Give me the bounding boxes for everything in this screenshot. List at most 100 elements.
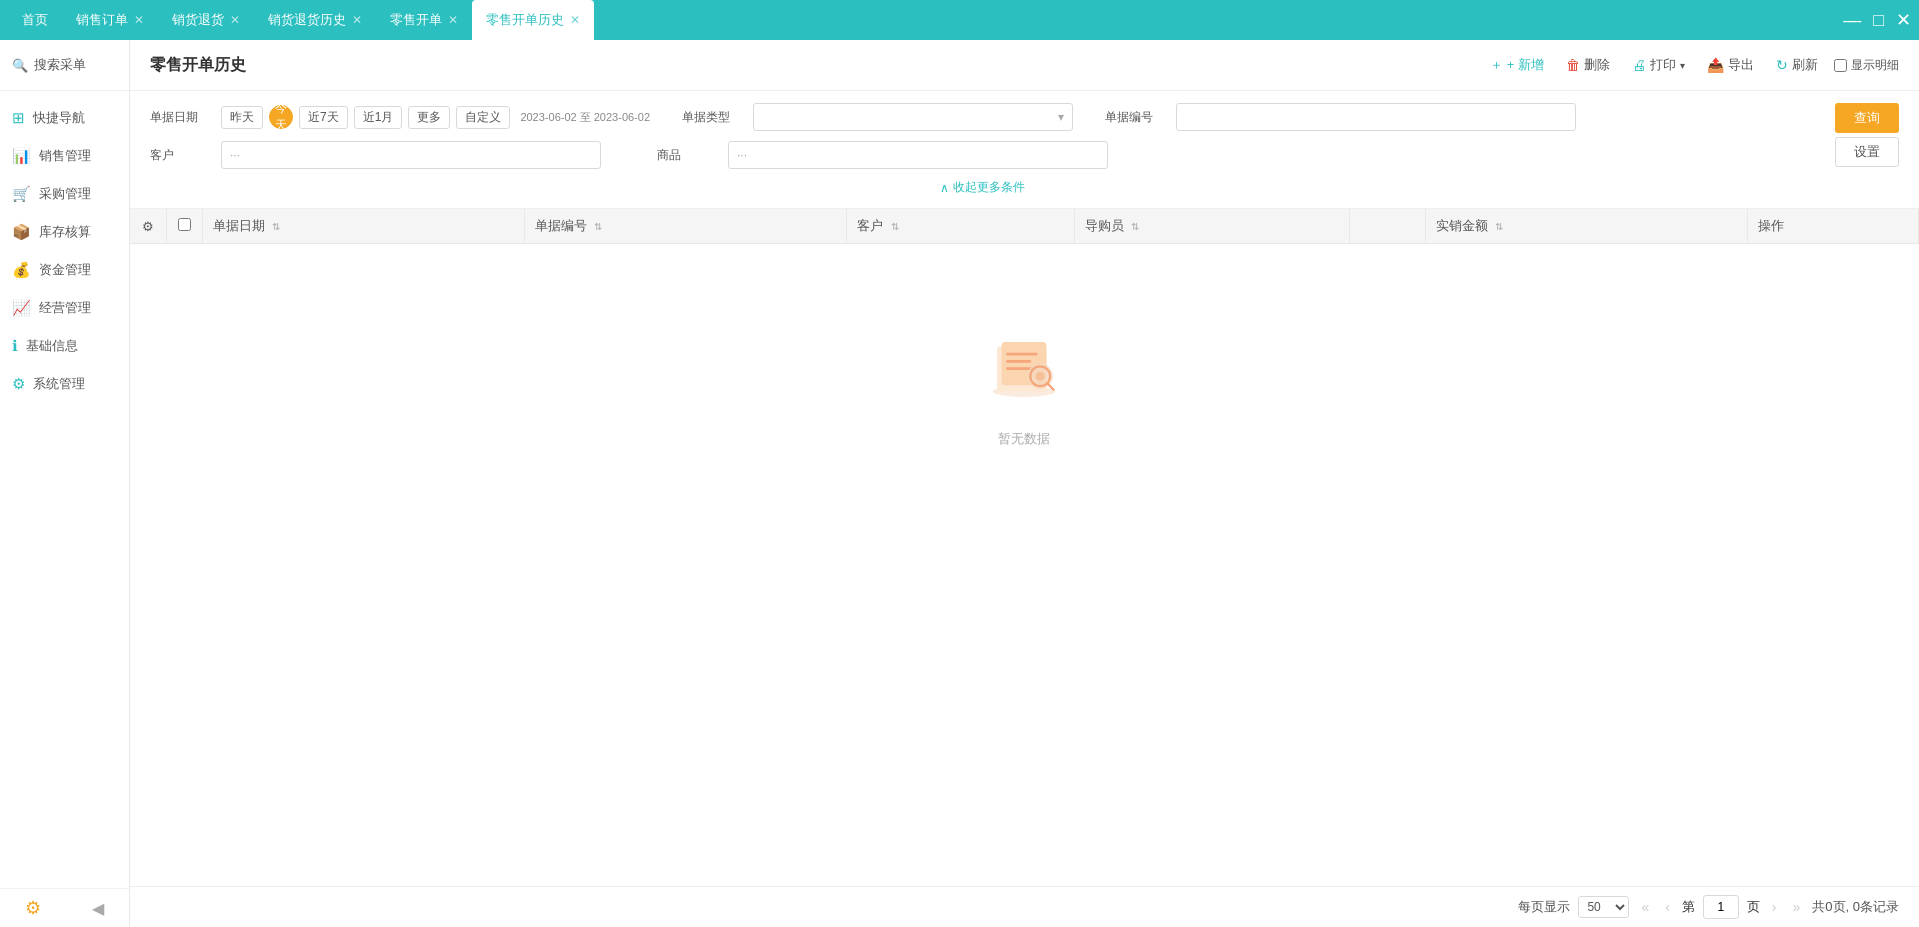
sort-customer-icon: ⇅ [891,221,899,232]
close-window-button[interactable]: ✕ [1896,11,1911,29]
filter-date-buttons: 昨天 今天 近7天 近1月 更多 自定义 2023-06-02 至 2023-0… [221,105,650,129]
yesterday-btn[interactable]: 昨天 [221,106,263,129]
add-button[interactable]: ＋ + 新增 [1484,52,1550,78]
top-nav-bar: 首页 销售订单 ✕ 销货退货 ✕ 销货退货历史 ✕ 零售开单 ✕ 零售开单历史 … [0,0,1919,40]
sidebar-item-basic-info[interactable]: ℹ 基础信息 [0,327,129,365]
refresh-button[interactable]: ↻ 刷新 [1770,52,1824,78]
table-header-row: ⚙ 单据日期 ⇅ 单据编号 ⇅ [130,209,1919,244]
prev-page-btn[interactable]: ‹ [1661,897,1674,917]
export-icon: 📤 [1707,57,1724,73]
sidebar: 🔍 搜索采单 ⊞ 快捷导航 📊 销售管理 🛒 采购管理 📦 库存核算 � [0,40,130,927]
query-button[interactable]: 查询 [1835,103,1899,133]
svg-rect-4 [1006,360,1031,363]
operations-icon: 📈 [12,299,31,317]
more-btn[interactable]: 更多 [408,106,450,129]
quick-nav-icon: ⊞ [12,109,25,127]
date-label: 单据日期 [150,109,205,126]
page-title: 零售开单历史 [150,55,246,76]
filter-area: 单据日期 昨天 今天 近7天 近1月 更多 自定义 2023-06-02 至 2… [130,91,1919,209]
per-page-select[interactable]: 50 10 20 100 [1578,896,1629,918]
today-btn[interactable]: 今天 [269,105,293,129]
tab-sales-order[interactable]: 销售订单 ✕ [62,0,158,40]
sidebar-search[interactable]: 🔍 搜索采单 [0,50,129,80]
select-all-checkbox[interactable] [178,218,191,231]
th-guide[interactable]: 导购员 ⇅ [1074,209,1349,244]
doc-type-label: 单据类型 [682,109,737,126]
column-settings-icon[interactable]: ⚙ [142,219,154,234]
filter-settings-button[interactable]: 设置 [1835,137,1899,167]
first-page-btn[interactable]: « [1637,897,1653,917]
toolbar: ＋ + 新增 🗑 删除 🖨 打印 ▾ 📤 导出 ↻ [1484,52,1899,78]
empty-state: 暂无数据 [130,244,1919,488]
tab-sales-return[interactable]: 销货退货 ✕ [158,0,254,40]
sidebar-item-purchase-mgmt[interactable]: 🛒 采购管理 [0,175,129,213]
sales-icon: 📊 [12,147,31,165]
system-icon: ⚙ [12,375,25,393]
add-icon: ＋ [1490,56,1503,74]
sidebar-bottom: ⚙ ◀ [0,888,129,927]
doc-type-dropdown-icon: ▾ [1058,110,1064,124]
filter-row-2: 客户 ··· 商品 ··· [150,141,1815,169]
sidebar-item-system[interactable]: ⚙ 系统管理 [0,365,129,403]
tab-home[interactable]: 首页 [8,0,62,40]
custom-btn[interactable]: 自定义 [456,106,510,129]
collapse-icon: ∧ [940,181,949,195]
basic-info-icon: ℹ [12,337,18,355]
delete-icon: 🗑 [1566,57,1580,73]
finance-icon: 💰 [12,261,31,279]
doc-no-input[interactable] [1176,103,1576,131]
inventory-icon: 📦 [12,223,31,241]
page-input[interactable] [1703,895,1739,919]
show-detail-toggle[interactable]: 显示明细 [1834,57,1899,74]
page-end-label: 页 [1747,898,1760,916]
last7days-btn[interactable]: 近7天 [299,106,348,129]
tab-retail-open-history[interactable]: 零售开单历史 ✕ [472,0,594,40]
tab-sales-return-history[interactable]: 销货退货历史 ✕ [254,0,376,40]
product-select[interactable]: ··· [728,141,1108,169]
th-checkbox[interactable] [166,209,202,244]
th-settings[interactable]: ⚙ [130,209,166,244]
last1month-btn[interactable]: 近1月 [354,106,403,129]
sidebar-item-operations[interactable]: 📈 经营管理 [0,289,129,327]
next-page-btn[interactable]: › [1768,897,1781,917]
last-page-btn[interactable]: » [1789,897,1805,917]
sidebar-collapse-button[interactable]: ◀ [92,899,104,918]
customer-select[interactable]: ··· [221,141,601,169]
sidebar-item-sales-mgmt[interactable]: 📊 销售管理 [0,137,129,175]
sidebar-top: 🔍 搜索采单 [0,40,129,91]
close-tab-sales-order[interactable]: ✕ [134,13,144,27]
filter-row-1: 单据日期 昨天 今天 近7天 近1月 更多 自定义 2023-06-02 至 2… [150,103,1815,131]
sidebar-item-inventory[interactable]: 📦 库存核算 [0,213,129,251]
collapse-btn[interactable]: ∧ 收起更多条件 [940,179,1025,196]
tab-retail-open[interactable]: 零售开单 ✕ [376,0,472,40]
doc-type-select[interactable]: ▾ [753,103,1073,131]
th-amount[interactable]: 实销金额 ⇅ [1425,209,1747,244]
svg-rect-3 [1006,353,1038,356]
close-tab-retail-open[interactable]: ✕ [448,13,458,27]
print-button[interactable]: 🖨 打印 ▾ [1626,52,1691,78]
th-doc-no[interactable]: 单据编号 ⇅ [524,209,846,244]
sort-doc-no-icon: ⇅ [594,221,602,232]
sort-amount-icon: ⇅ [1495,221,1503,232]
show-detail-checkbox[interactable] [1834,59,1847,72]
export-button[interactable]: 📤 导出 [1701,52,1760,78]
window-controls: — □ ✕ [1843,11,1911,29]
sidebar-settings-button[interactable]: ⚙ [25,897,41,919]
sidebar-item-quick-nav[interactable]: ⊞ 快捷导航 [0,99,129,137]
sidebar-item-finance[interactable]: 💰 资金管理 [0,251,129,289]
th-customer[interactable]: 客户 ⇅ [846,209,1074,244]
delete-button[interactable]: 🗑 删除 [1560,52,1616,78]
empty-text: 暂无数据 [998,430,1050,448]
th-doc-date[interactable]: 单据日期 ⇅ [202,209,524,244]
th-spacer [1349,209,1425,244]
close-tab-retail-open-history[interactable]: ✕ [570,13,580,27]
svg-point-9 [1036,372,1045,381]
close-tab-sales-return-history[interactable]: ✕ [352,13,362,27]
product-label: 商品 [657,147,712,164]
maximize-button[interactable]: □ [1873,11,1884,29]
main-layout: 🔍 搜索采单 ⊞ 快捷导航 📊 销售管理 🛒 采购管理 📦 库存核算 � [0,40,1919,927]
close-tab-sales-return[interactable]: ✕ [230,13,240,27]
minimize-button[interactable]: — [1843,11,1861,29]
doc-no-label: 单据编号 [1105,109,1160,126]
page-label: 第 [1682,898,1695,916]
